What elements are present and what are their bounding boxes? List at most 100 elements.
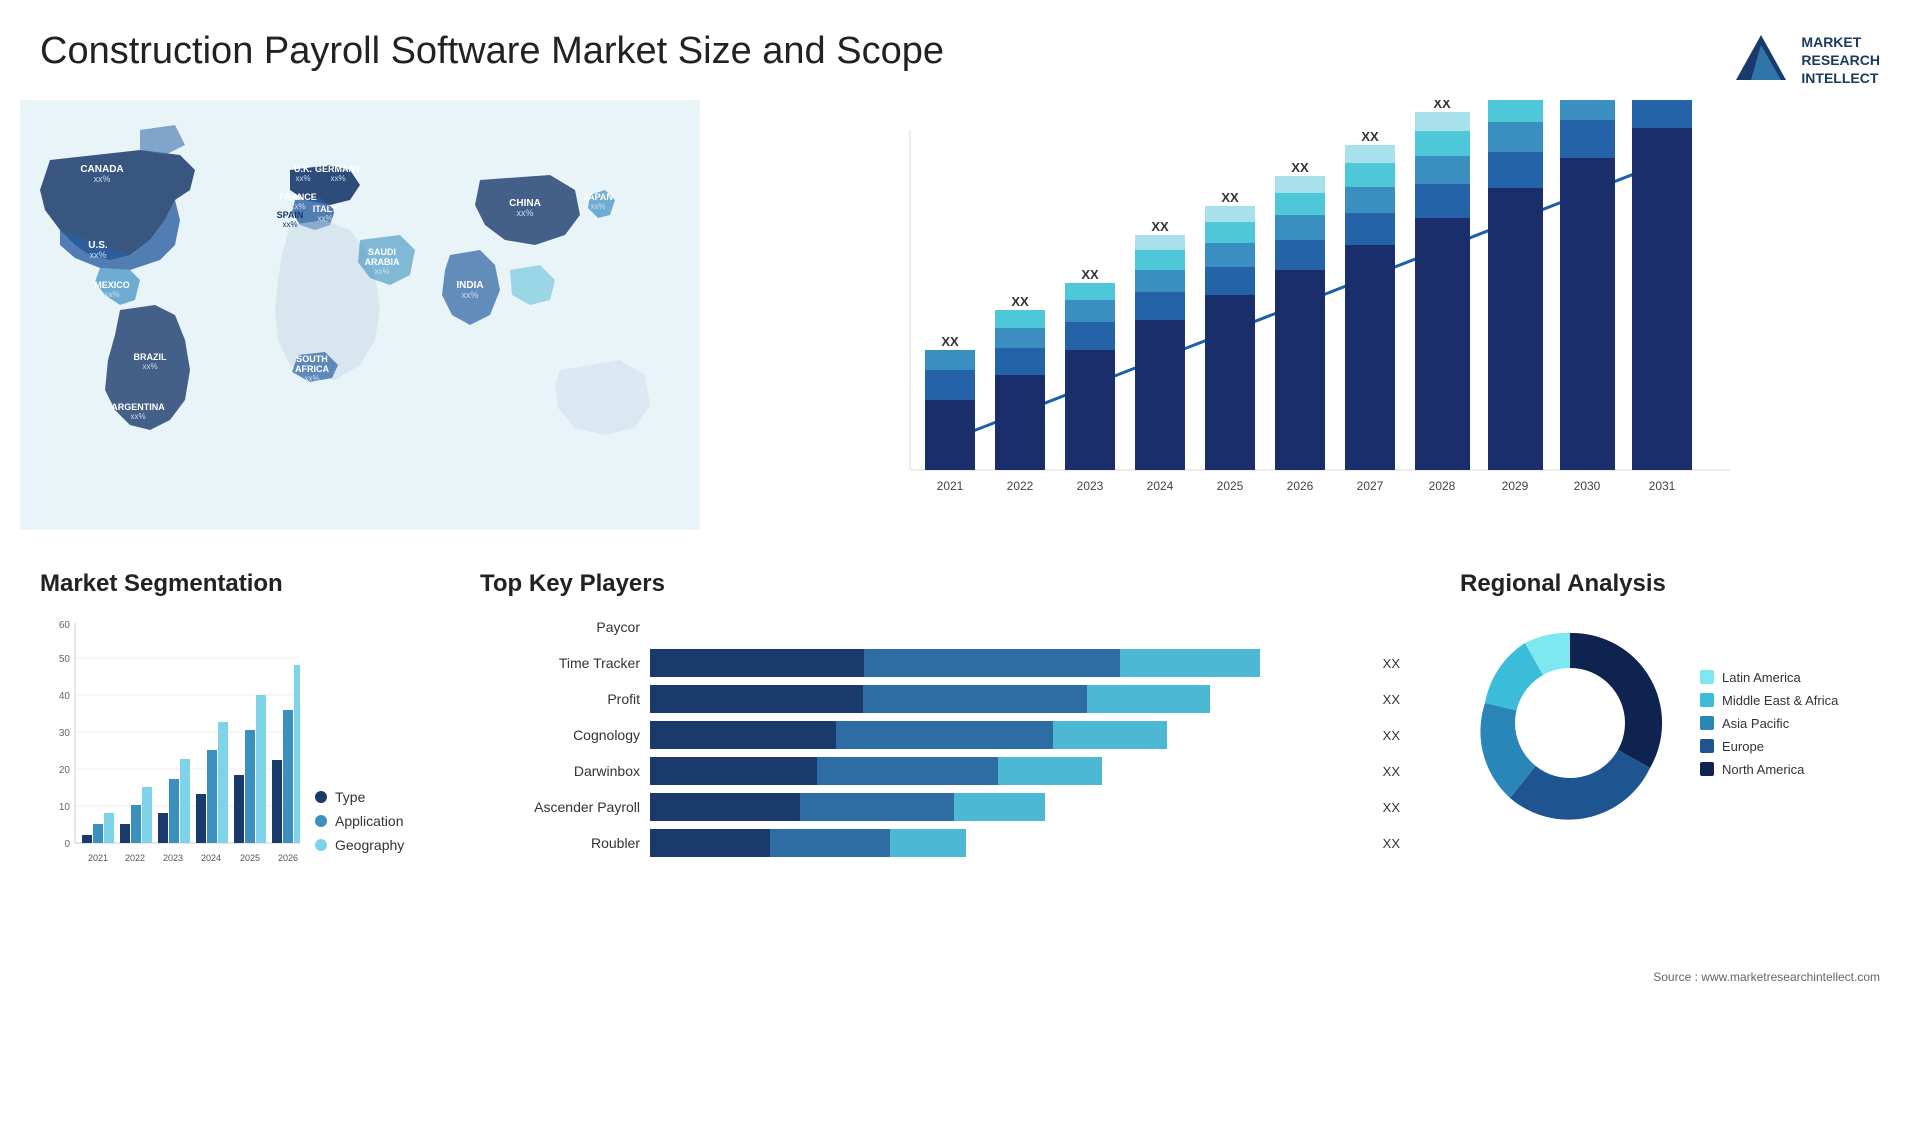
svg-text:2022: 2022 xyxy=(125,853,145,863)
svg-text:ARABIA: ARABIA xyxy=(365,257,400,267)
key-players-title: Top Key Players xyxy=(480,570,1400,598)
player-value-profit: XX xyxy=(1383,692,1400,707)
svg-text:2025: 2025 xyxy=(240,853,260,863)
svg-text:XX: XX xyxy=(1081,267,1099,282)
donut-legend: Latin America Middle East & Africa Asia … xyxy=(1700,670,1838,777)
svg-text:2023: 2023 xyxy=(1077,479,1104,493)
svg-text:xx%: xx% xyxy=(374,267,389,276)
player-name-paycor: Paycor xyxy=(480,619,640,635)
page-title: Construction Payroll Software Market Siz… xyxy=(40,30,944,73)
world-map-container: CANADA xx% U.S. xx% MEXICO xx% BRAZIL xx… xyxy=(20,100,700,550)
svg-text:2027: 2027 xyxy=(1357,479,1384,493)
player-value-cognology: XX xyxy=(1383,728,1400,743)
svg-text:xx%: xx% xyxy=(104,290,119,299)
svg-text:60: 60 xyxy=(59,620,71,631)
svg-text:xx%: xx% xyxy=(590,202,605,211)
svg-text:xx%: xx% xyxy=(304,374,319,383)
header: Construction Payroll Software Market Siz… xyxy=(0,0,1920,100)
svg-text:XX: XX xyxy=(1361,129,1379,144)
svg-text:xx%: xx% xyxy=(330,174,345,183)
svg-text:xx%: xx% xyxy=(295,174,310,183)
player-name-profit: Profit xyxy=(480,691,640,707)
player-row-ascender: Ascender Payroll XX xyxy=(480,793,1400,821)
logo-text: MARKET RESEARCH INTELLECT xyxy=(1801,33,1880,88)
segmentation-title: Market Segmentation xyxy=(40,570,420,598)
player-bar-paycor xyxy=(650,613,1400,641)
svg-text:SOUTH: SOUTH xyxy=(296,354,328,364)
svg-text:JAPAN: JAPAN xyxy=(583,192,613,202)
player-row-paycor: Paycor xyxy=(480,613,1400,641)
svg-text:AFRICA: AFRICA xyxy=(295,364,329,374)
player-row-cognology: Cognology XX xyxy=(480,721,1400,749)
svg-text:xx%: xx% xyxy=(93,174,110,184)
svg-text:XX: XX xyxy=(1011,294,1029,309)
segmentation-legend: Type Application Geography xyxy=(315,789,404,853)
svg-text:2021: 2021 xyxy=(937,479,964,493)
player-value-darwinbox: XX xyxy=(1383,764,1400,779)
svg-text:2026: 2026 xyxy=(278,853,298,863)
svg-text:SPAIN: SPAIN xyxy=(277,210,304,220)
latin-america-color xyxy=(1700,670,1714,684)
svg-text:SAUDI: SAUDI xyxy=(368,247,396,257)
svg-text:xx%: xx% xyxy=(142,362,157,371)
player-row-timetracker: Time Tracker XX xyxy=(480,649,1400,677)
player-bar-cognology xyxy=(650,721,1368,749)
svg-text:xx%: xx% xyxy=(130,412,145,421)
legend-application: Application xyxy=(315,813,404,829)
segmentation-section: Market Segmentation 0 10 20 30 40 50 60 xyxy=(40,570,420,960)
donut-chart xyxy=(1460,613,1680,833)
svg-text:0: 0 xyxy=(64,839,70,850)
logo: MARKET RESEARCH INTELLECT xyxy=(1731,30,1880,90)
svg-text:2024: 2024 xyxy=(201,853,221,863)
middle-east-africa-color xyxy=(1700,693,1714,707)
players-list: Paycor Time Tracker XX Profit xyxy=(480,613,1400,857)
player-row-roubler: Roubler XX xyxy=(480,829,1400,857)
svg-text:XX: XX xyxy=(1151,219,1169,234)
top-row: CANADA xx% U.S. xx% MEXICO xx% BRAZIL xx… xyxy=(0,100,1920,550)
svg-text:2030: 2030 xyxy=(1574,479,1601,493)
svg-text:xx%: xx% xyxy=(461,290,478,300)
legend-north-america: North America xyxy=(1700,762,1838,777)
player-name-timetracker: Time Tracker xyxy=(480,655,640,671)
world-map-svg: CANADA xx% U.S. xx% MEXICO xx% BRAZIL xx… xyxy=(20,100,700,530)
svg-text:2022: 2022 xyxy=(1007,479,1034,493)
svg-text:2029: 2029 xyxy=(1502,479,1529,493)
svg-text:XX: XX xyxy=(1433,100,1451,111)
svg-text:BRAZIL: BRAZIL xyxy=(134,352,167,362)
svg-text:2024: 2024 xyxy=(1147,479,1174,493)
player-name-ascender: Ascender Payroll xyxy=(480,799,640,815)
svg-text:U.K.: U.K. xyxy=(294,164,312,174)
player-bar-darwinbox xyxy=(650,757,1368,785)
geography-dot xyxy=(315,839,327,851)
svg-text:50: 50 xyxy=(59,654,71,665)
svg-text:40: 40 xyxy=(59,691,71,702)
svg-text:xx%: xx% xyxy=(89,250,106,260)
svg-text:20: 20 xyxy=(59,765,71,776)
svg-text:XX: XX xyxy=(941,334,959,349)
regional-title: Regional Analysis xyxy=(1460,570,1880,598)
bar-chart-section: XX 2021 XX 2022 XX 2023 XX 2024 xyxy=(700,100,1900,550)
legend-europe: Europe xyxy=(1700,739,1838,754)
asia-pacific-color xyxy=(1700,716,1714,730)
player-name-darwinbox: Darwinbox xyxy=(480,763,640,779)
player-bar-timetracker xyxy=(650,649,1368,677)
legend-geography: Geography xyxy=(315,837,404,853)
svg-text:ITALY: ITALY xyxy=(313,204,338,214)
svg-text:ARGENTINA: ARGENTINA xyxy=(111,402,165,412)
svg-text:GERMANY: GERMANY xyxy=(315,164,361,174)
europe-color xyxy=(1700,739,1714,753)
player-bar-profit xyxy=(650,685,1368,713)
player-bar-roubler xyxy=(650,829,1368,857)
svg-text:2025: 2025 xyxy=(1217,479,1244,493)
legend-type: Type xyxy=(315,789,404,805)
svg-text:2031: 2031 xyxy=(1649,479,1676,493)
key-players-section: Top Key Players Paycor Time Tracker XX xyxy=(460,570,1420,960)
legend-middle-east-africa: Middle East & Africa xyxy=(1700,693,1838,708)
segmentation-chart: 0 10 20 30 40 50 60 2021 2022 xyxy=(40,613,300,883)
svg-text:xx%: xx% xyxy=(317,214,332,223)
player-name-roubler: Roubler xyxy=(480,835,640,851)
svg-text:2028: 2028 xyxy=(1429,479,1456,493)
svg-text:xx%: xx% xyxy=(516,208,533,218)
logo-icon xyxy=(1731,30,1791,90)
world-map-section: CANADA xx% U.S. xx% MEXICO xx% BRAZIL xx… xyxy=(20,100,700,550)
